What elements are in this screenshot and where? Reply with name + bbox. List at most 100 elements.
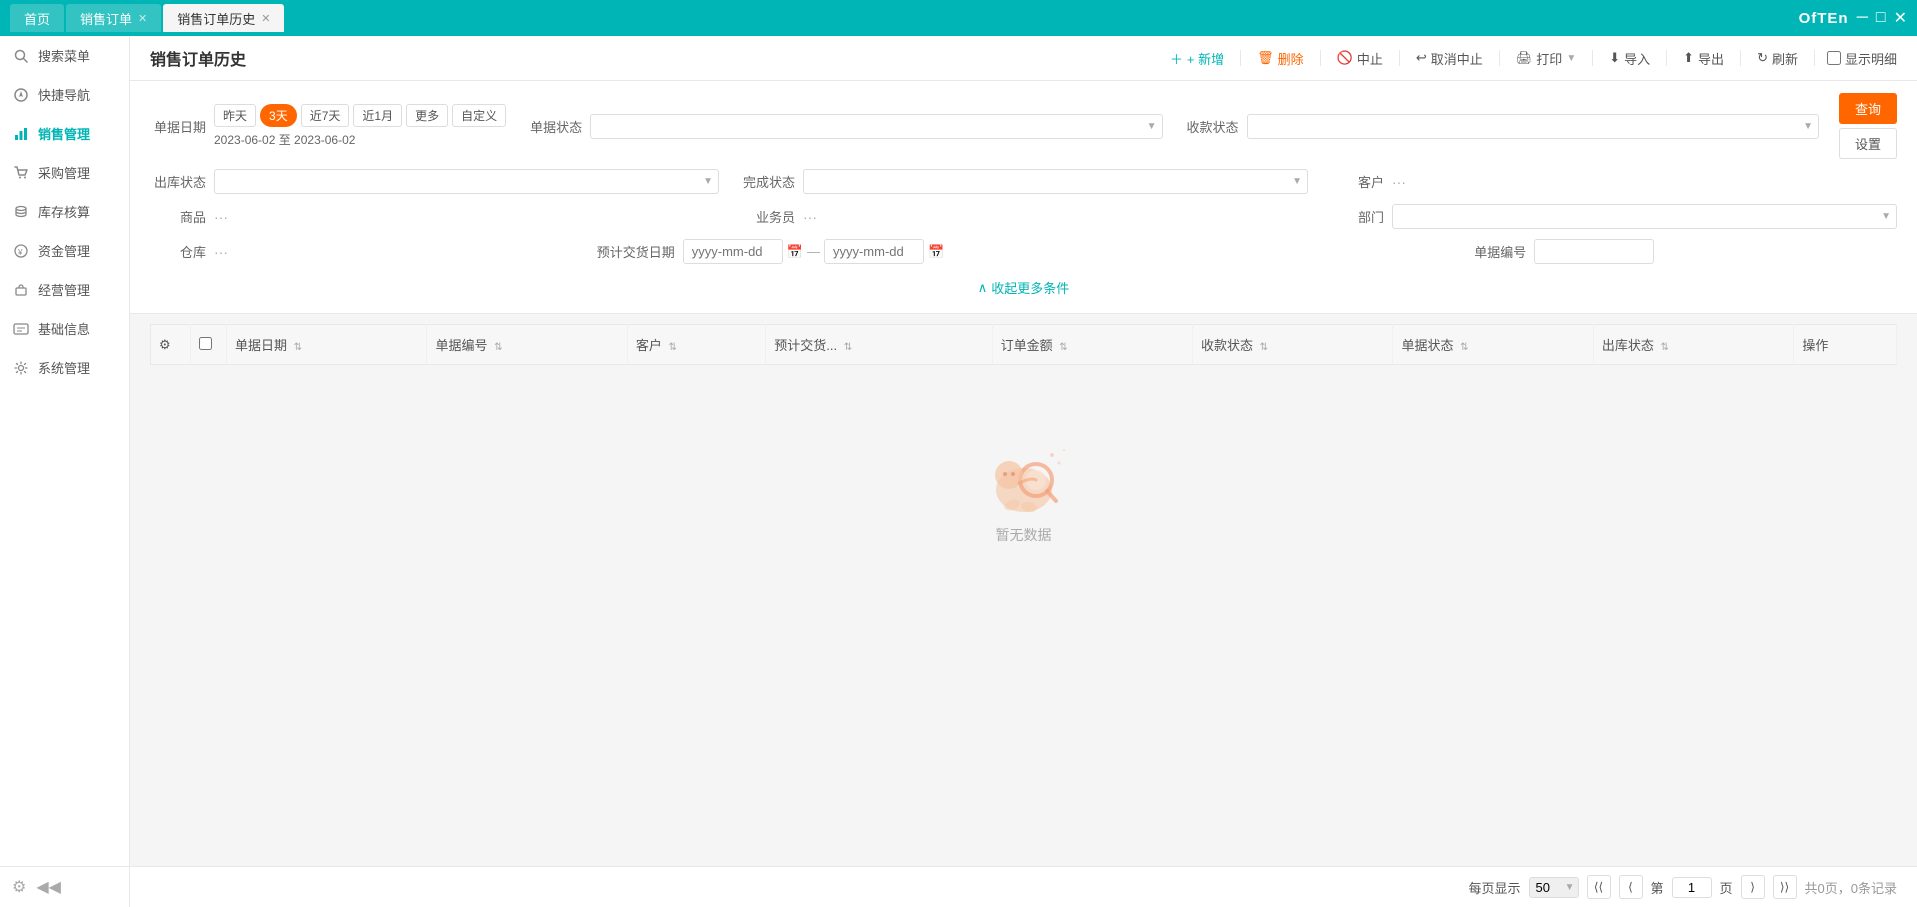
date-btn-1month[interactable]: 近1月: [353, 104, 402, 127]
customer-dots[interactable]: ···: [1392, 174, 1406, 190]
set-button[interactable]: 设置: [1839, 128, 1897, 159]
sidebar-label-capital-mgmt: 资金管理: [38, 241, 90, 260]
cancel-stop-button[interactable]: ↩ 取消中止: [1412, 47, 1487, 70]
sidebar-label-sales-mgmt: 销售管理: [38, 124, 90, 143]
show-detail-checkbox[interactable]: [1827, 51, 1841, 65]
sort-order-status-icon[interactable]: ⇅: [1460, 342, 1468, 353]
sidebar-item-inventory-calc[interactable]: 库存核算: [0, 192, 129, 231]
sort-payment-status-icon[interactable]: ⇅: [1260, 342, 1268, 353]
date-btn-custom[interactable]: 自定义: [452, 104, 506, 127]
data-table: ⚙ 单据日期 ⇅ 单据编号 ⇅: [150, 324, 1897, 365]
delivery-status-select[interactable]: [214, 169, 719, 194]
brand-text: OfTEn: [1799, 10, 1849, 27]
page-header: 销售订单历史 ＋ + 新增 🗑 删除 🚫 中止 ↩: [130, 36, 1917, 81]
window-maximize-btn[interactable]: □: [1876, 9, 1886, 27]
order-status-select[interactable]: [590, 114, 1162, 139]
sort-customer-icon[interactable]: ⇅: [669, 342, 677, 353]
sidebar-item-operations-mgmt[interactable]: 经营管理: [0, 270, 129, 309]
expected-delivery-to-input[interactable]: [824, 239, 924, 264]
sidebar-item-search-menu[interactable]: 搜索菜单: [0, 36, 129, 75]
completion-status-select[interactable]: [803, 169, 1308, 194]
sidebar-label-search-menu: 搜索菜单: [38, 46, 90, 65]
collapse-up-icon: ∧: [978, 280, 988, 296]
th-number: 单据编号 ⇅: [427, 325, 627, 365]
tab-sales-order[interactable]: 销售订单 ✕: [66, 4, 161, 32]
sort-number-icon[interactable]: ⇅: [494, 342, 502, 353]
content: 销售订单历史 ＋ + 新增 🗑 删除 🚫 中止 ↩: [130, 36, 1917, 907]
tab-sales-order-history[interactable]: 销售订单历史 ✕: [163, 4, 284, 32]
table-header-row: ⚙ 单据日期 ⇅ 单据编号 ⇅: [151, 325, 1897, 365]
window-minimize-btn[interactable]: ─: [1857, 9, 1868, 27]
toolbar-divider-8: [1814, 50, 1815, 66]
order-number-input[interactable]: [1534, 239, 1654, 264]
toolbar-divider-1: [1240, 50, 1241, 66]
goods-dots[interactable]: ···: [214, 209, 228, 225]
sidebar-label-inventory-calc: 库存核算: [38, 202, 90, 221]
page-last-btn[interactable]: ⟩⟩: [1773, 875, 1797, 899]
salesperson-dots[interactable]: ···: [803, 209, 817, 225]
date-btn-yesterday[interactable]: 昨天: [214, 104, 256, 127]
table-area: ⚙ 单据日期 ⇅ 单据编号 ⇅: [130, 314, 1917, 866]
department-select[interactable]: [1392, 204, 1897, 229]
sidebar-item-capital-mgmt[interactable]: ¥ 资金管理: [0, 231, 129, 270]
page-next-btn[interactable]: ⟩: [1741, 875, 1765, 899]
select-all-checkbox[interactable]: [199, 337, 212, 350]
filter-row-4: 仓库 ··· 预计交货日期 📅 — 📅 单据编号: [150, 239, 1897, 264]
page-label-prefix: 第: [1651, 878, 1664, 897]
show-detail-label[interactable]: 显示明细: [1827, 49, 1897, 68]
delete-button[interactable]: 🗑 删除: [1253, 47, 1308, 70]
sort-expected-delivery-icon[interactable]: ⇅: [844, 342, 852, 353]
toolbar-divider-2: [1320, 50, 1321, 66]
export-button[interactable]: ⬆ 导出: [1679, 47, 1728, 70]
warehouse-dots[interactable]: ···: [214, 244, 228, 260]
chart-bar-icon: [12, 125, 30, 143]
stop-button[interactable]: 🚫 中止: [1333, 47, 1387, 70]
calendar-to-icon[interactable]: 📅: [928, 244, 944, 260]
print-button[interactable]: 🖨 打印 ▼: [1512, 47, 1580, 70]
th-delivery-status: 出库状态 ⇅: [1593, 325, 1793, 365]
collapse-link[interactable]: ∧ 收起更多条件: [150, 274, 1897, 301]
date-btn-3days[interactable]: 3天: [260, 104, 297, 127]
sidebar-item-sales-mgmt[interactable]: 销售管理: [0, 114, 129, 153]
toolbar: ＋ + 新增 🗑 删除 🚫 中止 ↩ 取消中止: [1166, 47, 1897, 70]
sidebar-item-system-mgmt[interactable]: 系统管理: [0, 348, 129, 387]
refresh-button[interactable]: ↻ 刷新: [1753, 47, 1802, 70]
gear-icon[interactable]: ⚙: [159, 337, 171, 352]
sidebar-label-basic-info: 基础信息: [38, 319, 90, 338]
warehouse-label: 仓库: [150, 242, 206, 261]
sidebar-item-purchase-mgmt[interactable]: 采购管理: [0, 153, 129, 192]
filter-completion-status: 完成状态 ▼: [739, 169, 1308, 194]
database-icon: [12, 203, 30, 221]
date-btn-7days[interactable]: 近7天: [301, 104, 350, 127]
filter-date: 单据日期 昨天 3天 近7天 近1月 更多 自定义 2023-06-02 至 2…: [150, 104, 506, 148]
payment-status-select[interactable]: [1247, 114, 1819, 139]
sort-delivery-status-icon[interactable]: ⇅: [1661, 342, 1669, 353]
sidebar-gear-icon[interactable]: ⚙: [12, 877, 26, 897]
sidebar-item-quick-nav[interactable]: 快捷导航: [0, 75, 129, 114]
add-button[interactable]: ＋ + 新增: [1166, 47, 1228, 70]
refresh-icon: ↻: [1757, 50, 1768, 66]
expected-delivery-from-input[interactable]: [683, 239, 783, 264]
sidebar-collapse-icon[interactable]: ◀◀: [36, 877, 61, 897]
delivery-status-select-wrapper: ▼: [214, 169, 719, 194]
tab-sales-order-history-close[interactable]: ✕: [261, 12, 270, 25]
calendar-from-icon[interactable]: 📅: [787, 244, 803, 260]
page-number-input[interactable]: [1672, 877, 1712, 898]
sort-order-amount-icon[interactable]: ⇅: [1059, 342, 1067, 353]
page-size-select[interactable]: 20 50 100: [1529, 877, 1579, 898]
toolbar-divider-5: [1592, 50, 1593, 66]
sidebar-item-basic-info[interactable]: 基础信息: [0, 309, 129, 348]
tab-home[interactable]: 首页: [10, 4, 64, 32]
page-first-btn[interactable]: ⟨⟨: [1587, 875, 1611, 899]
th-expected-delivery: 预计交货... ⇅: [766, 325, 992, 365]
query-button[interactable]: 查询: [1839, 93, 1897, 124]
tab-sales-order-close[interactable]: ✕: [138, 12, 147, 25]
settings-icon: [12, 359, 30, 377]
date-btn-more[interactable]: 更多: [406, 104, 448, 127]
sidebar-label-operations-mgmt: 经营管理: [38, 280, 90, 299]
window-close-btn[interactable]: ✕: [1894, 8, 1907, 28]
filter-delivery-status: 出库状态 ▼: [150, 169, 719, 194]
page-prev-btn[interactable]: ⟨: [1619, 875, 1643, 899]
sort-date-icon[interactable]: ⇅: [294, 342, 302, 353]
import-button[interactable]: ⬇ 导入: [1605, 47, 1654, 70]
